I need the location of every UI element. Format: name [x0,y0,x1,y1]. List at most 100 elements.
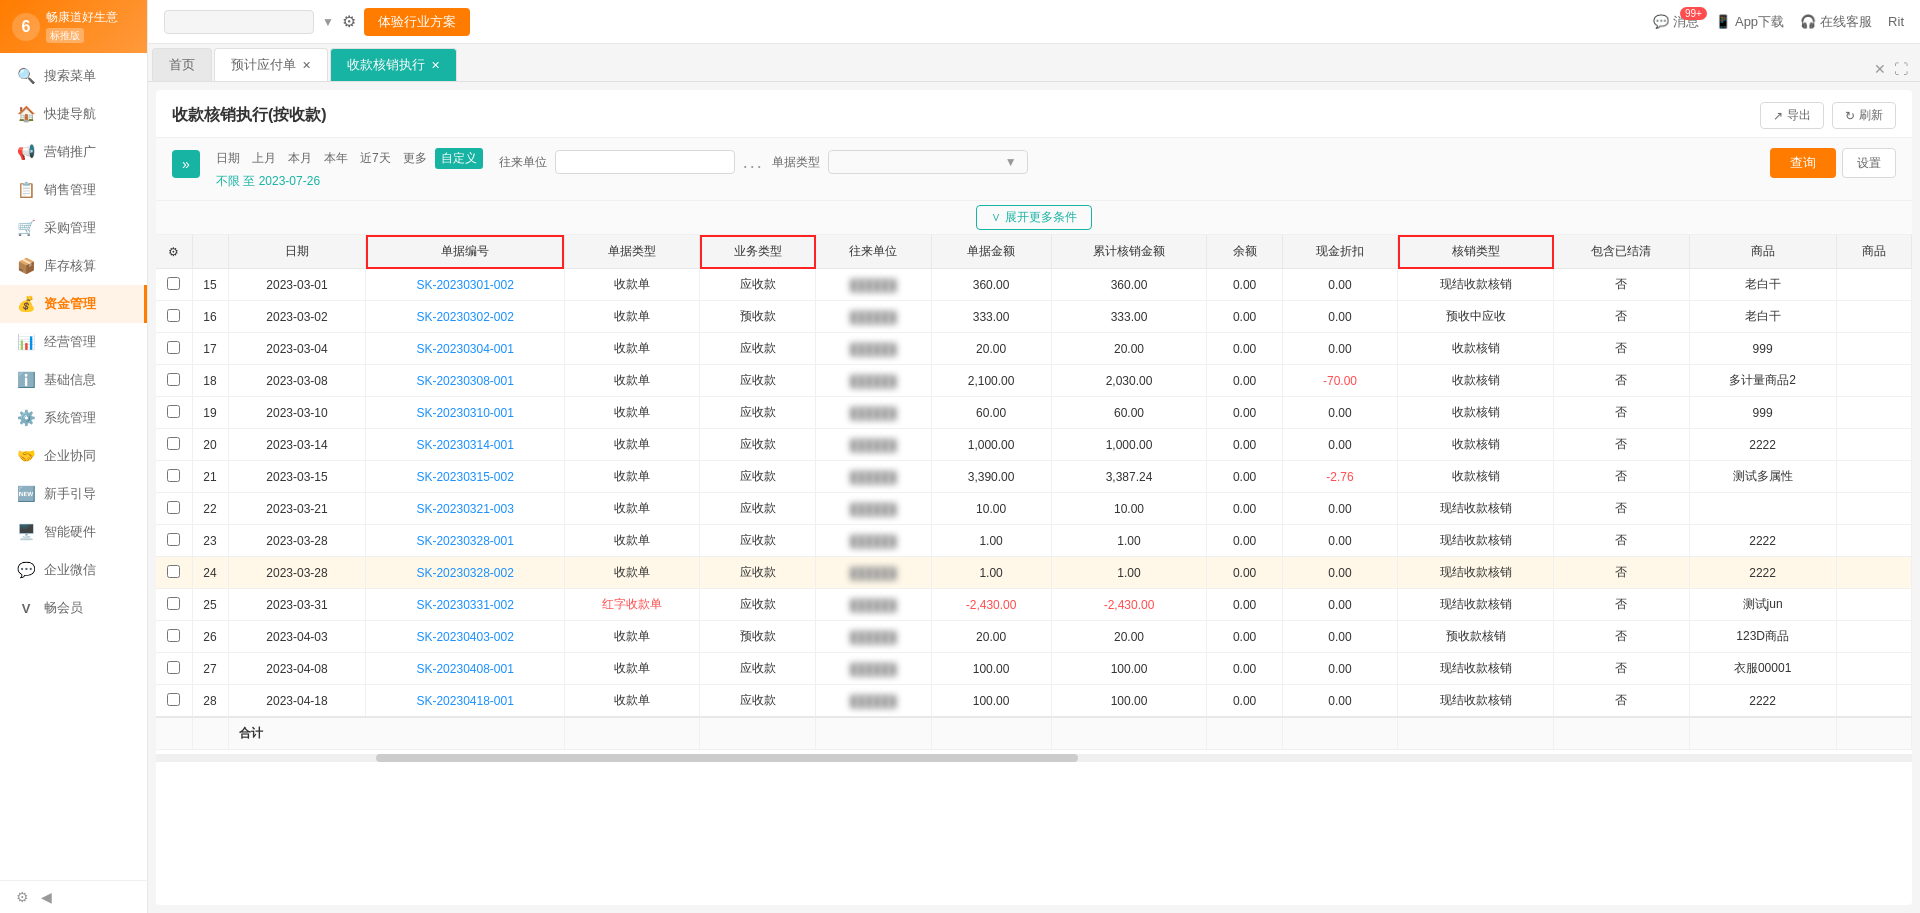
filter-bar: » 日期 上月 本月 本年 近7天 更多 自定义 [156,138,1912,201]
sidebar-item-inventory[interactable]: 📦 库存核算 [0,247,147,285]
row-checkbox[interactable] [156,365,192,397]
row-cumulative: 1.00 [1051,525,1207,557]
topbar-search-input[interactable] [164,10,314,34]
tab-payable[interactable]: 预计应付单 ✕ [214,48,328,81]
settings-gear-icon[interactable]: ⚙ [16,889,29,905]
doc-link[interactable]: SK-20230302-002 [416,310,513,324]
doc-link[interactable]: SK-20230331-002 [416,598,513,612]
row-checkbox[interactable] [156,557,192,589]
date-btn-this-month[interactable]: 本月 [284,148,316,169]
date-btn-7days[interactable]: 近7天 [356,148,395,169]
row-checkbox[interactable] [156,333,192,365]
filter-dots[interactable]: ... [743,152,764,173]
solution-btn[interactable]: 体验行业方案 [364,8,470,36]
row-canceltype: 收款核销 [1398,461,1554,493]
date-btn-custom[interactable]: 自定义 [435,148,483,169]
row-checkbox[interactable] [156,429,192,461]
table-row: 16 2023-03-02 SK-20230302-002 收款单 预收款 ██… [156,301,1912,333]
doc-link[interactable]: SK-20230310-001 [416,406,513,420]
row-goods: 999 [1689,397,1836,429]
topbar-dropdown-arrow[interactable]: ▼ [322,15,334,29]
sidebar-item-quicknav[interactable]: 🏠 快捷导航 [0,95,147,133]
sidebar-item-member[interactable]: V 畅会员 [0,589,147,627]
refresh-btn[interactable]: ↻ 刷新 [1832,102,1896,129]
user-profile[interactable]: Rit [1888,14,1904,29]
collapse-icon[interactable]: ◀ [41,889,52,905]
sidebar-item-marketing[interactable]: 📢 营销推广 [0,133,147,171]
sidebar-item-wechat[interactable]: 💬 企业微信 [0,551,147,589]
sidebar-item-search[interactable]: 🔍 搜索菜单 [0,57,147,95]
row-partner: ██████ [816,525,932,557]
row-index: 18 [192,365,228,397]
settings-col-icon[interactable]: ⚙ [168,245,179,259]
query-btn[interactable]: 查询 [1770,148,1836,178]
partner-input[interactable] [555,150,735,174]
app-download-btn[interactable]: 📱 App下载 [1715,13,1784,31]
maximize-icon[interactable]: ⛶ [1894,61,1908,77]
row-checkbox[interactable] [156,461,192,493]
sidebar-item-corp[interactable]: 🤝 企业协同 [0,437,147,475]
row-date: 2023-03-21 [228,493,366,525]
sidebar-item-guide[interactable]: 🆕 新手引导 [0,475,147,513]
doc-link[interactable]: SK-20230321-003 [416,502,513,516]
doc-link[interactable]: SK-20230403-002 [416,630,513,644]
sidebar-item-sales[interactable]: 📋 销售管理 [0,171,147,209]
row-checkbox[interactable] [156,269,192,301]
row-goods: 2222 [1689,525,1836,557]
row-checkbox[interactable] [156,397,192,429]
sidebar-item-system[interactable]: ⚙️ 系统管理 [0,399,147,437]
row-checkbox[interactable] [156,589,192,621]
doc-link[interactable]: SK-20230418-001 [416,694,513,708]
expand-more-btn[interactable]: ∨ 展开更多条件 [976,205,1091,230]
row-canceltype: 现结收款核销 [1398,589,1554,621]
filter-settings-btn[interactable]: 设置 [1842,148,1896,178]
doc-link[interactable]: SK-20230301-002 [416,278,513,292]
date-btn-last-month[interactable]: 上月 [248,148,280,169]
doc-link[interactable]: SK-20230328-002 [416,566,513,580]
col-settings-header[interactable]: ⚙ [156,235,192,269]
sidebar-item-basic[interactable]: ℹ️ 基础信息 [0,361,147,399]
table-row: 23 2023-03-28 SK-20230328-001 收款单 应收款 ██… [156,525,1912,557]
doc-link[interactable]: SK-20230308-001 [416,374,513,388]
sidebar-item-operations[interactable]: 📊 经营管理 [0,323,147,361]
sidebar-item-finance[interactable]: 💰 资金管理 [0,285,147,323]
sidebar-item-purchase[interactable]: 🛒 采购管理 [0,209,147,247]
doc-link[interactable]: SK-20230328-001 [416,534,513,548]
row-discount: 0.00 [1282,685,1398,718]
tabs-window-controls: ✕ ⛶ [1874,61,1920,81]
row-checkbox[interactable] [156,525,192,557]
row-checkbox[interactable] [156,493,192,525]
doc-link[interactable]: SK-20230314-001 [416,438,513,452]
topbar-gear-icon[interactable]: ⚙ [342,12,356,31]
row-discount: 0.00 [1282,429,1398,461]
row-doctype: 收款单 [564,621,700,653]
date-btn-more[interactable]: 更多 [399,148,431,169]
row-doctype: 收款单 [564,525,700,557]
row-checkbox[interactable] [156,621,192,653]
doc-link[interactable]: SK-20230304-001 [416,342,513,356]
row-checkbox[interactable] [156,301,192,333]
filter-expand-btn[interactable]: » [172,150,200,178]
row-include-cleared: 否 [1554,589,1690,621]
col-date-header: 日期 [228,235,366,269]
wechat-icon: 💬 [16,561,36,579]
row-checkbox[interactable] [156,685,192,718]
sidebar-item-hardware[interactable]: 🖥️ 智能硬件 [0,513,147,551]
messages-btn[interactable]: 💬 消息 99+ [1653,13,1699,31]
export-btn[interactable]: ↗ 导出 [1760,102,1824,129]
tab-home[interactable]: 首页 [152,48,212,81]
row-balance: 0.00 [1207,557,1282,589]
doc-type-select[interactable]: ▼ [828,150,1028,174]
row-checkbox[interactable] [156,653,192,685]
row-index: 16 [192,301,228,333]
close-window-icon[interactable]: ✕ [1874,61,1886,77]
date-btn-this-year[interactable]: 本年 [320,148,352,169]
doc-link[interactable]: SK-20230408-001 [416,662,513,676]
online-service-btn[interactable]: 🎧 在线客服 [1800,13,1872,31]
doc-link[interactable]: SK-20230315-002 [416,470,513,484]
tab-receipt-exec-close[interactable]: ✕ [431,59,440,72]
tab-receipt-exec[interactable]: 收款核销执行 ✕ [330,48,457,81]
tab-payable-close[interactable]: ✕ [302,59,311,72]
row-biztype: 应收款 [700,685,816,718]
row-index: 20 [192,429,228,461]
